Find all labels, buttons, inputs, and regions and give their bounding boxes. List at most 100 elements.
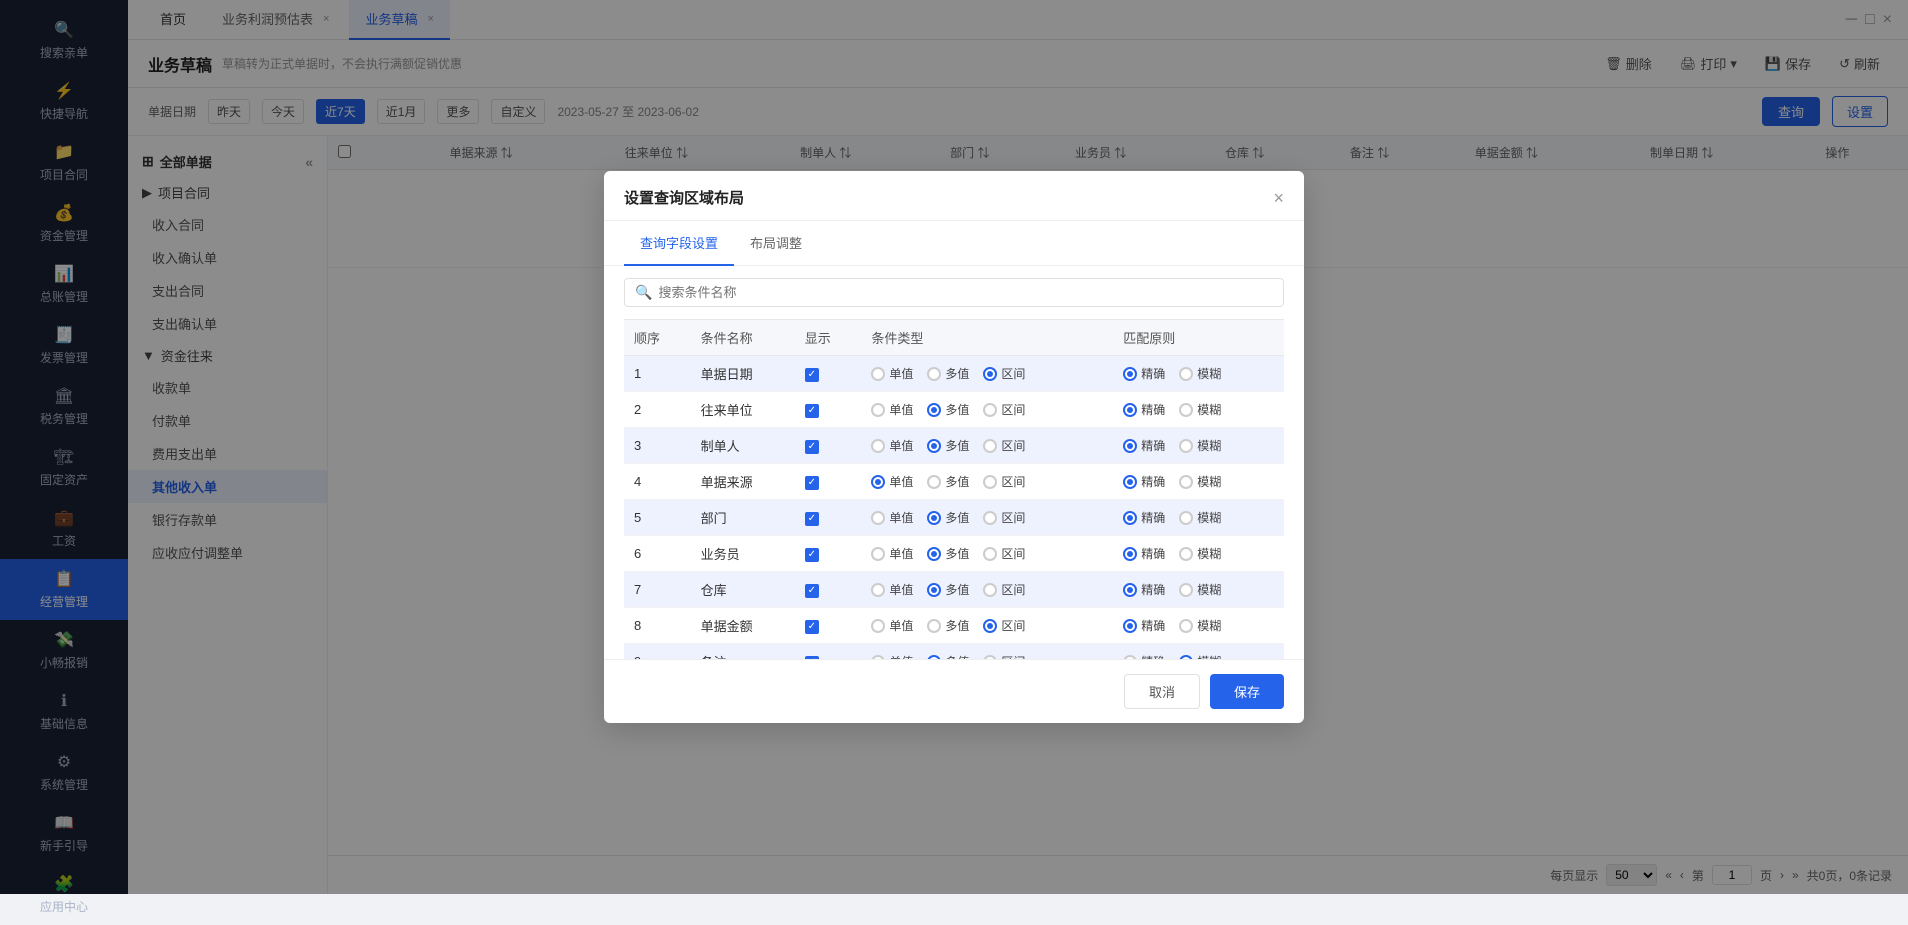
radio-single[interactable]: 单值 <box>871 509 913 526</box>
radio-multi[interactable]: 多值 <box>927 401 969 418</box>
radio-exact[interactable]: 精确 <box>1123 545 1165 562</box>
radio-dot-exact <box>1123 511 1137 525</box>
radio-exact[interactable]: 精确 <box>1123 617 1165 634</box>
radio-range[interactable]: 区间 <box>983 437 1025 454</box>
cell-match: 精确 模糊 <box>1113 464 1284 500</box>
type-radio-group: 单值 多值 区间 <box>871 581 1103 598</box>
radio-exact[interactable]: 精确 <box>1123 509 1165 526</box>
radio-dot-multi <box>927 367 941 381</box>
show-checkbox[interactable] <box>805 404 819 418</box>
radio-multi[interactable]: 多值 <box>927 365 969 382</box>
th-order: 顺序 <box>624 320 691 356</box>
radio-range[interactable]: 区间 <box>983 473 1025 490</box>
search-box: 🔍 <box>624 278 1284 307</box>
dialog-header: 设置查询区域布局 × <box>604 171 1304 221</box>
show-checkbox[interactable] <box>805 548 819 562</box>
radio-exact[interactable]: 精确 <box>1123 401 1165 418</box>
cell-order: 7 <box>624 572 691 608</box>
cell-order: 9 <box>624 644 691 660</box>
radio-multi[interactable]: 多值 <box>927 617 969 634</box>
settings-dialog: 设置查询区域布局 × 查询字段设置 布局调整 🔍 <box>604 171 1304 723</box>
radio-dot-exact <box>1123 439 1137 453</box>
radio-multi[interactable]: 多值 <box>927 545 969 562</box>
show-checkbox[interactable] <box>805 584 819 598</box>
show-checkbox[interactable] <box>805 620 819 634</box>
show-checkbox[interactable] <box>805 440 819 454</box>
radio-multi[interactable]: 多值 <box>927 509 969 526</box>
cell-show[interactable] <box>795 428 862 464</box>
radio-dot-fuzzy <box>1179 475 1193 489</box>
dialog-tabs: 查询字段设置 布局调整 <box>604 221 1304 266</box>
th-type: 条件类型 <box>861 320 1113 356</box>
radio-exact[interactable]: 精确 <box>1123 581 1165 598</box>
cell-show[interactable] <box>795 392 862 428</box>
radio-fuzzy[interactable]: 模糊 <box>1179 473 1221 490</box>
cell-show[interactable] <box>795 572 862 608</box>
dialog-save-button[interactable]: 保存 <box>1210 674 1284 709</box>
radio-single[interactable]: 单值 <box>871 401 913 418</box>
cell-name: 仓库 <box>691 572 795 608</box>
radio-exact[interactable]: 精确 <box>1123 437 1165 454</box>
radio-single[interactable]: 单值 <box>871 545 913 562</box>
radio-single[interactable]: 单值 <box>871 437 913 454</box>
dialog-overlay: 设置查询区域布局 × 查询字段设置 布局调整 🔍 <box>0 0 1908 894</box>
radio-dot-single <box>871 403 885 417</box>
cell-type: 单值 多值 区间 <box>861 356 1113 392</box>
radio-dot-range <box>983 403 997 417</box>
radio-dot-exact <box>1123 367 1137 381</box>
cell-show[interactable] <box>795 356 862 392</box>
radio-single[interactable]: 单值 <box>871 365 913 382</box>
cell-show[interactable] <box>795 500 862 536</box>
show-checkbox[interactable] <box>805 368 819 382</box>
radio-multi[interactable]: 多值 <box>927 581 969 598</box>
radio-range[interactable]: 区间 <box>983 509 1025 526</box>
radio-range[interactable]: 区间 <box>983 581 1025 598</box>
dialog-tab-field[interactable]: 查询字段设置 <box>624 221 734 266</box>
cancel-button[interactable]: 取消 <box>1124 674 1200 709</box>
radio-exact[interactable]: 精确 <box>1123 473 1165 490</box>
radio-fuzzy[interactable]: 模糊 <box>1179 581 1221 598</box>
show-checkbox[interactable] <box>805 512 819 526</box>
radio-fuzzy[interactable]: 模糊 <box>1179 545 1221 562</box>
match-radio-group: 精确 模糊 <box>1123 401 1274 418</box>
cell-show[interactable] <box>795 644 862 660</box>
radio-fuzzy[interactable]: 模糊 <box>1179 365 1221 382</box>
cell-show[interactable] <box>795 464 862 500</box>
radio-range[interactable]: 区间 <box>983 545 1025 562</box>
cell-order: 8 <box>624 608 691 644</box>
match-radio-group: 精确 模糊 <box>1123 473 1274 490</box>
radio-dot-single <box>871 619 885 633</box>
show-checkbox[interactable] <box>805 476 819 490</box>
cell-show[interactable] <box>795 536 862 572</box>
type-radio-group: 单值 多值 区间 <box>871 617 1103 634</box>
cell-match: 精确 模糊 <box>1113 356 1284 392</box>
cell-type: 单值 多值 区间 <box>861 428 1113 464</box>
radio-dot-exact <box>1123 547 1137 561</box>
radio-fuzzy[interactable]: 模糊 <box>1179 509 1221 526</box>
type-radio-group: 单值 多值 区间 <box>871 473 1103 490</box>
radio-single[interactable]: 单值 <box>871 581 913 598</box>
cell-name: 部门 <box>691 500 795 536</box>
condition-search-input[interactable] <box>658 285 1273 300</box>
dialog-close-button[interactable]: × <box>1273 189 1284 207</box>
dialog-tab-layout[interactable]: 布局调整 <box>734 221 818 266</box>
radio-fuzzy[interactable]: 模糊 <box>1179 617 1221 634</box>
radio-range[interactable]: 区间 <box>983 401 1025 418</box>
radio-fuzzy[interactable]: 模糊 <box>1179 437 1221 454</box>
radio-range[interactable]: 区间 <box>983 365 1025 382</box>
radio-single[interactable]: 单值 <box>871 617 913 634</box>
radio-dot-fuzzy <box>1179 583 1193 597</box>
radio-range[interactable]: 区间 <box>983 617 1025 634</box>
radio-single[interactable]: 单值 <box>871 473 913 490</box>
cell-show[interactable] <box>795 608 862 644</box>
radio-fuzzy[interactable]: 模糊 <box>1179 401 1221 418</box>
cell-name: 往来单位 <box>691 392 795 428</box>
match-radio-group: 精确 模糊 <box>1123 365 1274 382</box>
radio-dot-multi <box>927 619 941 633</box>
match-radio-group: 精确 模糊 <box>1123 617 1274 634</box>
radio-multi[interactable]: 多值 <box>927 437 969 454</box>
radio-multi[interactable]: 多值 <box>927 473 969 490</box>
radio-dot-multi <box>927 475 941 489</box>
radio-dot-single <box>871 439 885 453</box>
radio-exact[interactable]: 精确 <box>1123 365 1165 382</box>
